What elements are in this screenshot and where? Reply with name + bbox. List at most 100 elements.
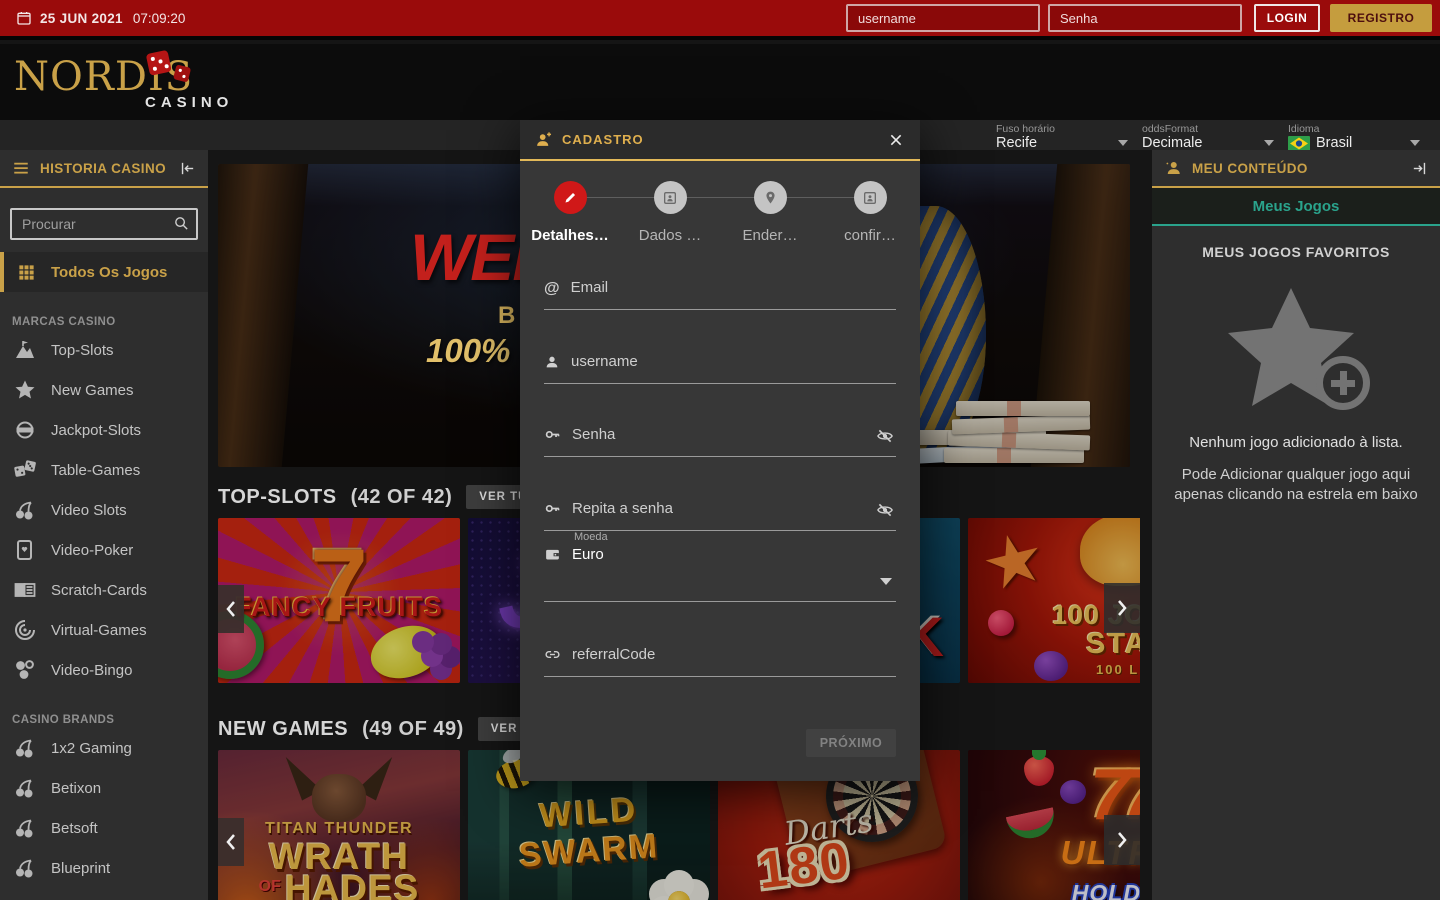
carousel-prev-button[interactable] <box>218 818 244 866</box>
tile-dim-overlay <box>218 750 460 900</box>
person-add-icon <box>534 130 553 149</box>
left-sidebar: HISTORIA CASINO Todos Os Jogos MARCAS CA… <box>0 150 208 900</box>
top-slots-icon <box>13 338 37 362</box>
referral-code-field[interactable]: referralCode <box>544 602 896 677</box>
chevron-right-icon <box>1118 600 1127 616</box>
sidebar-item-video-bingo[interactable]: Video-Bingo <box>0 650 208 690</box>
chevron-left-icon <box>226 601 235 617</box>
field-label: Senha <box>572 426 616 443</box>
key-icon <box>544 426 561 443</box>
cherry-icon <box>13 776 37 800</box>
sidebar-item-all-games[interactable]: Todos Os Jogos <box>0 252 208 292</box>
odds-format-select[interactable]: oddsFormat Decimale <box>1142 123 1284 152</box>
step-confirm[interactable]: confir… <box>820 181 920 244</box>
banner-subline: B <box>498 302 516 329</box>
left-sidebar-title: HISTORIA CASINO <box>40 160 167 176</box>
search-input[interactable] <box>10 208 198 240</box>
register-button[interactable]: REGISTRO <box>1330 4 1432 32</box>
sidebar-item-video-slots[interactable]: Video Slots <box>0 490 208 530</box>
scratch-card-icon <box>13 578 37 602</box>
sidebar-item-label: Todos Os Jogos <box>51 263 168 281</box>
timezone-select[interactable]: Fuso horário Recife <box>996 123 1138 152</box>
search-box <box>10 208 198 240</box>
section-header-marcas: MARCAS CASINO <box>12 316 116 328</box>
sidebar-item-table-games[interactable]: Table-Games <box>0 450 208 490</box>
step-address[interactable]: Ender… <box>720 181 820 244</box>
step-label: Detalhes… <box>531 227 609 244</box>
key-icon <box>544 500 561 517</box>
sidebar-item-new-games[interactable]: New Games <box>0 370 208 410</box>
collapse-left-icon[interactable] <box>179 160 196 177</box>
carousel-prev-button[interactable] <box>218 585 244 633</box>
sidebar-item-jackpot-slots[interactable]: Jackpot-Slots <box>0 410 208 450</box>
tab-meus-jogos[interactable]: Meus Jogos <box>1152 188 1440 226</box>
field-label: Repita a senha <box>572 500 673 517</box>
right-sidebar-title: MEU CONTEÚDO <box>1192 160 1308 176</box>
sidebar-item-betsoft[interactable]: Betsoft <box>0 808 208 848</box>
close-icon[interactable] <box>886 130 906 150</box>
collapse-right-icon[interactable] <box>1411 160 1428 177</box>
currency-select[interactable]: Moeda Euro <box>544 531 896 602</box>
right-sidebar: MEU CONTEÚDO Meus Jogos MEUS JOGOS FAVOR… <box>1152 150 1440 900</box>
carousel-next-button[interactable] <box>1104 815 1140 865</box>
sidebar-item-scratch-cards[interactable]: Scratch-Cards <box>0 570 208 610</box>
cherry-icon <box>13 856 37 880</box>
odds-format-value: Decimale <box>1142 134 1203 151</box>
dice-icon <box>13 458 37 482</box>
step-label: confir… <box>844 227 896 244</box>
eye-off-icon[interactable] <box>876 501 894 519</box>
sidebar-item-video-poker[interactable]: Video-Poker <box>0 530 208 570</box>
password-field[interactable] <box>1048 4 1242 32</box>
timezone-label: Fuso horário <box>996 122 1055 135</box>
next-button[interactable]: PRÓXIMO <box>806 729 896 757</box>
eye-off-icon[interactable] <box>876 427 894 445</box>
at-icon: @ <box>544 280 560 297</box>
chevron-left-icon <box>226 834 235 850</box>
jackpot-icon <box>13 418 37 442</box>
wallet-icon <box>544 546 561 563</box>
field-label: Email <box>570 279 609 296</box>
favorites-empty-illustration <box>1226 286 1370 410</box>
username-field[interactable] <box>846 4 1040 32</box>
logo-bar: NORDIS CASINO <box>0 44 1440 120</box>
username-field[interactable]: username <box>544 310 896 384</box>
chevron-down-icon <box>880 578 892 585</box>
brazil-flag-icon <box>1288 135 1310 151</box>
step-label: Ender… <box>742 227 798 244</box>
sidebar-item-top-slots[interactable]: Top-Slots <box>0 330 208 370</box>
menu-icon[interactable] <box>12 159 30 177</box>
step-details[interactable]: Detalhes… <box>520 181 620 244</box>
cherry-icon <box>13 498 37 522</box>
sidebar-item-label: Blueprint <box>51 859 111 877</box>
sidebar-item-label: Video Slots <box>51 501 127 519</box>
sidebar-item-virtual-games[interactable]: Virtual-Games <box>0 610 208 650</box>
row-count: (49 OF 49) <box>362 717 464 740</box>
repeat-password-field[interactable]: Repita a senha <box>544 457 896 531</box>
badge-icon <box>653 181 687 214</box>
sidebar-item-label: Video-Poker <box>51 541 134 559</box>
language-value: Brasil <box>1316 134 1353 151</box>
chevron-down-icon <box>1410 139 1420 146</box>
login-button[interactable]: LOGIN <box>1254 4 1320 32</box>
step-personal-data[interactable]: Dados … <box>620 181 720 244</box>
empty-list-primary-text: Nenhum jogo adicionado à lista. <box>1189 434 1403 451</box>
modal-title: CADASTRO <box>562 132 644 147</box>
currency-label: Moeda <box>574 531 608 543</box>
sidebar-item-betixon[interactable]: Betixon <box>0 768 208 808</box>
sidebar-item-blueprint[interactable]: Blueprint <box>0 848 208 888</box>
carousel-next-button[interactable] <box>1104 583 1140 633</box>
language-select[interactable]: Idioma Brasil <box>1288 123 1430 152</box>
cherry-icon <box>13 736 37 760</box>
sidebar-item-1x2-gaming[interactable]: 1x2 Gaming <box>0 728 208 768</box>
game-tile-titan-thunder[interactable]: TITAN THUNDER WRATH OF HADES <box>218 750 460 900</box>
dice-icon <box>142 50 194 86</box>
password-field[interactable]: Senha <box>544 384 896 457</box>
sidebar-item-label: Betixon <box>51 779 102 797</box>
search-icon[interactable] <box>173 215 190 232</box>
language-label: Idioma <box>1288 122 1320 135</box>
registration-stepper: Detalhes… Dados … Ender… confir… <box>520 181 920 275</box>
email-field[interactable]: @ Email <box>544 275 896 310</box>
game-tile-fancy-fruits[interactable]: 7 FANCY FRUITS <box>218 518 460 683</box>
chevron-down-icon <box>1264 139 1274 146</box>
sidebar-item-label: Table-Games <box>51 461 141 479</box>
